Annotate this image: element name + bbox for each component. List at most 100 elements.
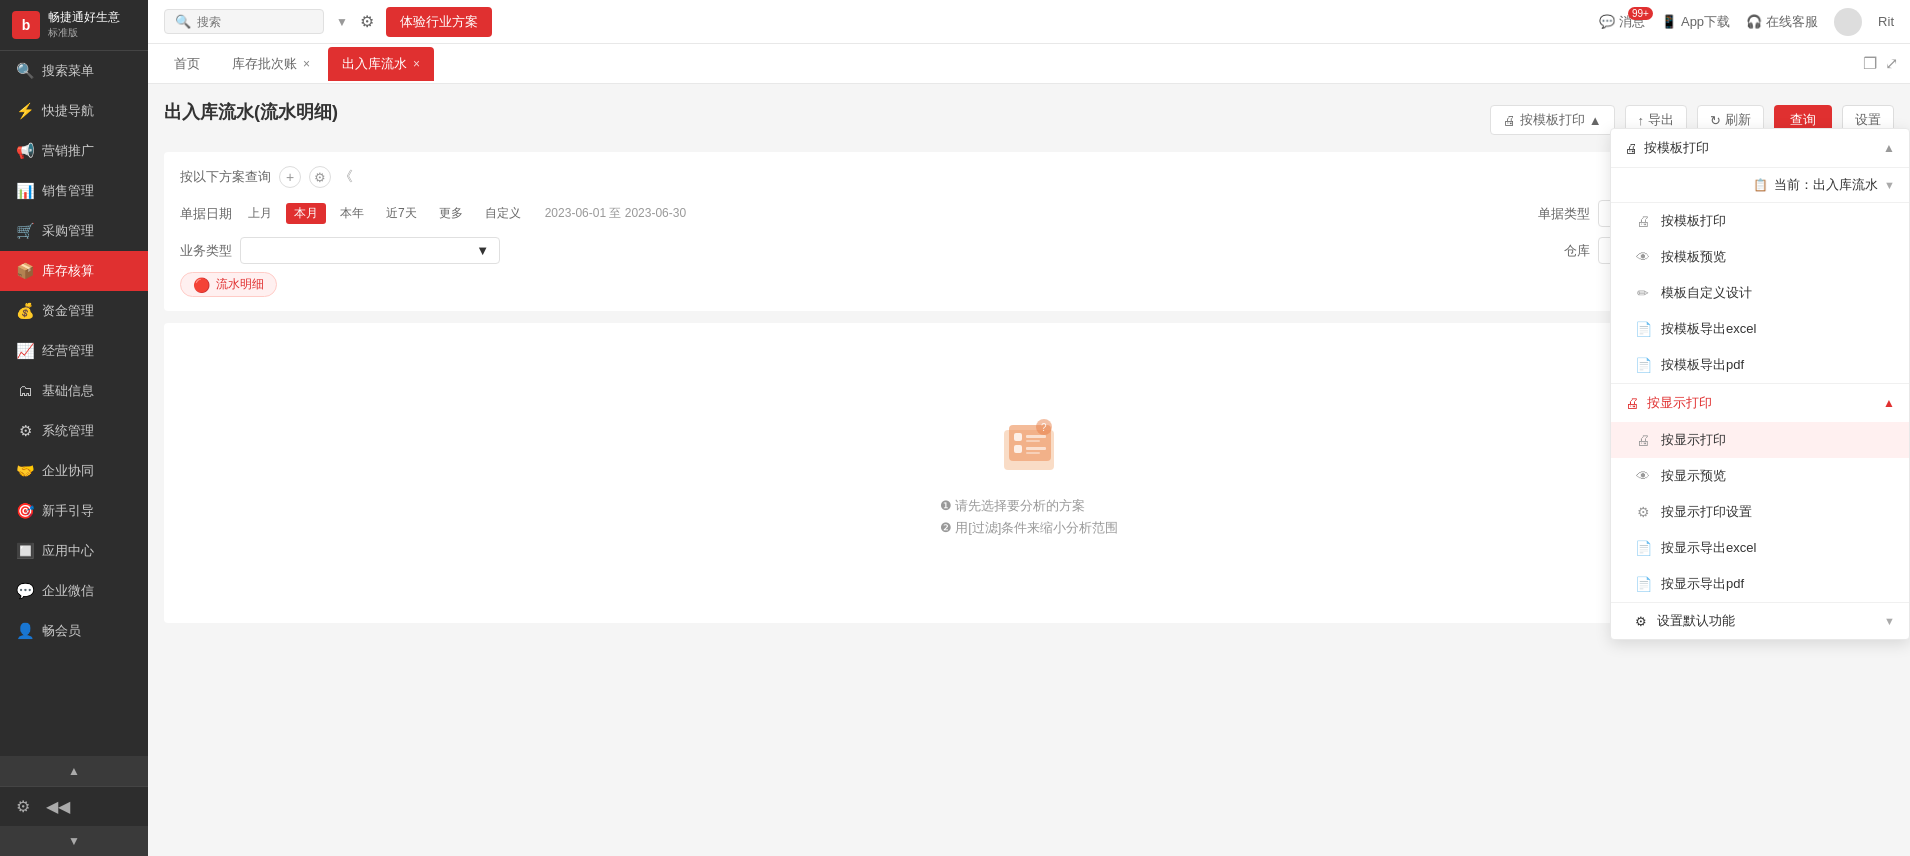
dropdown-item-display-preview[interactable]: 👁 按显示预览 xyxy=(1611,458,1909,494)
business-type-select[interactable]: ▼ xyxy=(240,237,500,264)
sidebar-item-wechat[interactable]: 💬企业微信 xyxy=(0,571,148,611)
tab-home-label: 首页 xyxy=(174,55,200,73)
dropdown-item-display-export-pdf[interactable]: 📄 按显示导出pdf xyxy=(1611,566,1909,602)
dropdown-item-display-print[interactable]: 🖨 按显示打印 xyxy=(1611,422,1909,458)
sidebar-icon-operations: 📈 xyxy=(16,342,34,360)
tab-inout-flow-close-icon[interactable]: × xyxy=(413,57,420,71)
dropdown-display-excel-label: 按显示导出excel xyxy=(1661,539,1895,557)
mobile-icon: 📱 xyxy=(1661,14,1677,29)
dropdown-item-template-custom[interactable]: ✏ 模板自定义设计 xyxy=(1611,275,1909,311)
app-label: App下载 xyxy=(1681,13,1730,31)
export-label: 导出 xyxy=(1648,111,1674,129)
sidebar-scroll-down-btn[interactable]: ▼ xyxy=(64,830,84,852)
message-btn[interactable]: 💬 消息 99+ xyxy=(1599,13,1645,31)
dropdown-item-display-setting[interactable]: ⚙ 按显示打印设置 xyxy=(1611,494,1909,530)
dropdown-item-display-export-excel[interactable]: 📄 按显示导出excel xyxy=(1611,530,1909,566)
sidebar-item-guide[interactable]: 🎯新手引导 xyxy=(0,491,148,531)
svg-rect-3 xyxy=(1026,435,1046,438)
filter-setting-btn[interactable]: ⚙ xyxy=(309,166,331,188)
collapse-icon[interactable]: ◀◀ xyxy=(46,797,70,816)
filter-tag-icon: 🔴 xyxy=(193,277,210,293)
date-opt-custom[interactable]: 自定义 xyxy=(477,203,529,224)
topbar-right: 💬 消息 99+ 📱 App下载 🎧 在线客服 Rit xyxy=(1599,8,1894,36)
sidebar-label-sales: 销售管理 xyxy=(42,182,94,200)
template-print-label: 按模板打印 xyxy=(1520,111,1585,129)
date-range-text: 2023-06-01 至 2023-06-30 xyxy=(545,205,686,222)
empty-hints: ❶ 请先选择要分析的方案 ❷ 用[过滤]条件来缩小分析范围 xyxy=(940,497,1119,541)
window-expand-icon[interactable]: ⤢ xyxy=(1885,54,1898,73)
tab-inout-flow[interactable]: 出入库流水 × xyxy=(328,47,434,81)
sidebar-label-system: 系统管理 xyxy=(42,422,94,440)
business-type-chevron-icon: ▼ xyxy=(476,243,489,258)
sidebar-scroll-up-btn[interactable]: ▲ xyxy=(64,760,84,782)
dropdown-template-preview-label: 按模板预览 xyxy=(1661,248,1895,266)
dropdown-current-chevron-icon: ▼ xyxy=(1884,179,1895,191)
username-label: Rit xyxy=(1878,14,1894,29)
search-box[interactable]: 🔍 xyxy=(164,9,324,34)
dropdown-display-setting-label: 按显示打印设置 xyxy=(1661,503,1895,521)
svg-rect-6 xyxy=(1026,447,1046,450)
app-download-btn[interactable]: 📱 App下载 xyxy=(1661,13,1730,31)
sidebar-icon-finance: 💰 xyxy=(16,302,34,320)
sidebar-icon-apps: 🔲 xyxy=(16,542,34,560)
date-opt-last-month[interactable]: 上月 xyxy=(240,203,280,224)
active-filter-tag[interactable]: 🔴 流水明细 xyxy=(180,272,277,297)
dropdown-footer[interactable]: ⚙ 设置默认功能 ▼ xyxy=(1611,602,1909,639)
dropdown-item-template-print[interactable]: 🖨 按模板打印 xyxy=(1611,203,1909,239)
sidebar-item-marketing[interactable]: 📢营销推广 xyxy=(0,131,148,171)
online-service-btn[interactable]: 🎧 在线客服 xyxy=(1746,13,1818,31)
template-print-btn[interactable]: 🖨 按模板打印 ▲ xyxy=(1490,105,1615,135)
sidebar-item-basic[interactable]: 🗂基础信息 xyxy=(0,371,148,411)
sidebar-item-operations[interactable]: 📈 经营管理 xyxy=(0,331,148,371)
date-field: 单据日期 上月 本月 本年 近7天 更多 自定义 xyxy=(180,203,529,224)
sidebar-icon-purchase: 🛒 xyxy=(16,222,34,240)
tab-inout-flow-label: 出入库流水 xyxy=(342,55,407,73)
sidebar-item-collab[interactable]: 🤝企业协同 xyxy=(0,451,148,491)
dropdown-template-custom-icon: ✏ xyxy=(1635,285,1651,301)
tab-bar: 首页 库存批次账 × 出入库流水 × ❐ ⤢ xyxy=(148,44,1910,84)
tab-home[interactable]: 首页 xyxy=(160,47,214,81)
dropdown-display-section-header[interactable]: 🖨 按显示打印 ▲ xyxy=(1611,384,1909,422)
sidebar-item-inventory[interactable]: 📦库存核算 xyxy=(0,251,148,291)
date-opt-more[interactable]: 更多 xyxy=(431,203,471,224)
window-restore-icon[interactable]: ❐ xyxy=(1863,54,1877,73)
topbar-gear-icon[interactable]: ⚙ xyxy=(360,12,374,31)
date-opt-this-year[interactable]: 本年 xyxy=(332,203,372,224)
business-type-field: 业务类型 ▼ xyxy=(180,237,500,264)
dropdown-item-template-preview[interactable]: 👁 按模板预览 xyxy=(1611,239,1909,275)
tab-batch-account-close-icon[interactable]: × xyxy=(303,57,310,71)
sidebar-item-purchase[interactable]: 🛒采购管理 xyxy=(0,211,148,251)
avatar[interactable] xyxy=(1834,8,1862,36)
empty-illustration: ? xyxy=(989,405,1069,485)
industry-btn[interactable]: 体验行业方案 xyxy=(386,7,492,37)
sidebar-item-quick-nav[interactable]: ⚡快捷导航 xyxy=(0,91,148,131)
settings-icon[interactable]: ⚙ xyxy=(16,797,30,816)
brand-badge: 标准版 xyxy=(48,26,120,40)
svg-rect-5 xyxy=(1014,445,1022,453)
dropdown-item-template-export-excel[interactable]: 📄 按模板导出excel xyxy=(1611,311,1909,347)
dropdown-item-template-export-pdf[interactable]: 📄 按模板导出pdf xyxy=(1611,347,1909,383)
sidebar-item-member[interactable]: 👤畅会员 xyxy=(0,611,148,651)
search-input[interactable] xyxy=(197,15,297,29)
tab-batch-account[interactable]: 库存批次账 × xyxy=(218,47,324,81)
sidebar-icon-system: ⚙ xyxy=(16,422,34,440)
filter-collapse-btn[interactable]: 《 xyxy=(339,168,353,186)
page-content: 出入库流水(流水明细) 🖨 按模板打印 ▲ ↑ 导出 ↻ 刷新 查询 设置 xyxy=(148,84,1910,856)
dropdown-display-setting-icon: ⚙ xyxy=(1635,504,1651,520)
message-icon: 💬 xyxy=(1599,14,1615,29)
date-opt-this-month[interactable]: 本月 xyxy=(286,203,326,224)
dropdown-template-pdf-icon: 📄 xyxy=(1635,357,1651,373)
tab-batch-account-label: 库存批次账 xyxy=(232,55,297,73)
sidebar-item-search[interactable]: 🔍搜索菜单 xyxy=(0,51,148,91)
sidebar-item-system[interactable]: ⚙ 系统管理 xyxy=(0,411,148,451)
sidebar-label-operations: 经营管理 xyxy=(42,342,94,360)
date-opt-last7[interactable]: 近7天 xyxy=(378,203,425,224)
page-title: 出入库流水(流水明细) xyxy=(164,100,338,124)
sidebar-item-finance[interactable]: 💰资金管理 xyxy=(0,291,148,331)
main-area: 🔍 ▼ ⚙ 体验行业方案 💬 消息 99+ 📱 App下载 🎧 在线客服 Rit xyxy=(148,0,1910,856)
filter-add-btn[interactable]: + xyxy=(279,166,301,188)
sidebar-item-apps[interactable]: 🔲 应用中心 xyxy=(0,531,148,571)
sidebar-label-apps: 应用中心 xyxy=(42,542,94,560)
sidebar-item-sales[interactable]: 📊销售管理 xyxy=(0,171,148,211)
service-label: 在线客服 xyxy=(1766,13,1818,31)
